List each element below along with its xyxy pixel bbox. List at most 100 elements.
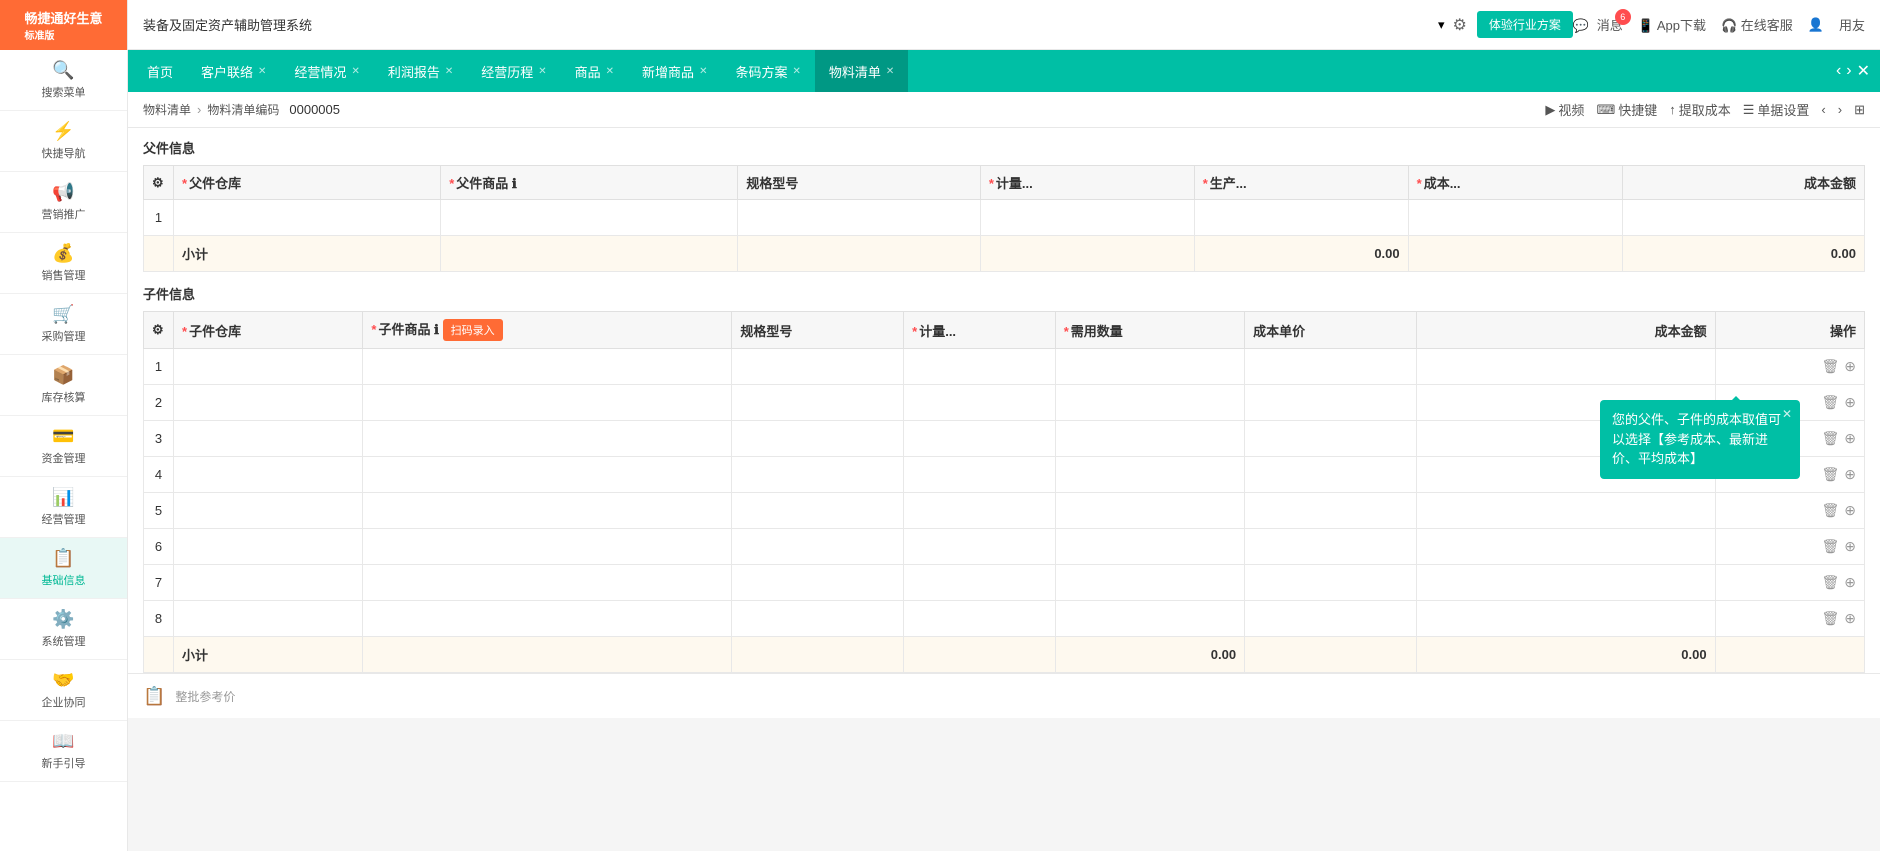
app-download-btn[interactable]: 📱 App下载 [1638, 15, 1706, 34]
child-spec-cell[interactable] [732, 385, 904, 421]
child-amount-cell[interactable] [1416, 601, 1715, 637]
sidebar-item-purchase[interactable]: 🛒 采购管理 [0, 294, 127, 355]
child-product-cell[interactable] [363, 421, 732, 457]
tab-product[interactable]: 商品 ✕ [561, 50, 628, 92]
delete-icon[interactable]: 🗑 [1821, 574, 1839, 591]
child-unit-cell[interactable] [904, 385, 1056, 421]
delete-icon[interactable]: 🗑 [1821, 430, 1839, 447]
dropdown-arrow-icon[interactable]: ▾ [1438, 17, 1445, 33]
child-spec-cell[interactable] [732, 565, 904, 601]
delete-icon[interactable]: 🗑 [1821, 538, 1839, 555]
child-qty-cell[interactable] [1055, 601, 1244, 637]
child-product-cell[interactable] [363, 601, 732, 637]
tab-barcode[interactable]: 条码方案 ✕ [721, 50, 814, 92]
child-qty-cell[interactable] [1055, 529, 1244, 565]
breadcrumb-parent[interactable]: 物料清单 [143, 101, 191, 118]
child-warehouse-cell[interactable] [174, 349, 363, 385]
sidebar-item-finance[interactable]: 💳 资金管理 [0, 416, 127, 477]
sidebar-item-enterprise[interactable]: 🤝 企业协同 [0, 660, 127, 721]
close-icon[interactable]: ✕ [606, 66, 614, 77]
grid-view-icon[interactable]: ⊞ [1854, 102, 1865, 118]
sidebar-item-quicknav[interactable]: ⚡ 快捷导航 [0, 111, 127, 172]
close-icon[interactable]: ✕ [699, 66, 707, 77]
child-qty-cell[interactable] [1055, 385, 1244, 421]
scan-input-btn[interactable]: 扫码录入 [443, 319, 503, 341]
parent-unit-cell[interactable] [980, 200, 1194, 236]
copy-icon[interactable]: ⊕ [1844, 610, 1856, 627]
close-icon[interactable]: ✕ [351, 66, 359, 77]
child-warehouse-cell[interactable] [174, 385, 363, 421]
single-settings-btn[interactable]: ☰ 单据设置 [1743, 100, 1810, 119]
parent-cost-cell[interactable] [1408, 200, 1622, 236]
copy-icon[interactable]: ⊕ [1844, 502, 1856, 519]
child-warehouse-cell[interactable] [174, 457, 363, 493]
tooltip-close-btn[interactable]: ✕ [1782, 405, 1792, 423]
child-unit-cost-cell[interactable] [1245, 529, 1417, 565]
child-unit-cell[interactable] [904, 349, 1056, 385]
child-unit-cell[interactable] [904, 529, 1056, 565]
sidebar-item-search[interactable]: 🔍 搜索菜单 [0, 50, 127, 111]
sidebar-item-sales[interactable]: 💰 销售管理 [0, 233, 127, 294]
delete-icon[interactable]: 🗑 [1821, 610, 1839, 627]
tab-bom[interactable]: 物料清单 ✕ [815, 50, 908, 92]
child-product-cell[interactable] [363, 385, 732, 421]
child-amount-cell[interactable] [1416, 349, 1715, 385]
nav-next-icon[interactable]: › [1846, 62, 1851, 80]
child-product-cell[interactable] [363, 529, 732, 565]
child-unit-cost-cell[interactable] [1245, 457, 1417, 493]
close-icon[interactable]: ✕ [258, 66, 266, 77]
copy-icon[interactable]: ⊕ [1844, 574, 1856, 591]
child-unit-cell[interactable] [904, 601, 1056, 637]
close-icon[interactable]: ✕ [538, 66, 546, 77]
child-unit-cost-cell[interactable] [1245, 421, 1417, 457]
close-icon[interactable]: ✕ [445, 66, 453, 77]
notification-btn[interactable]: 💬 6 消息 [1573, 15, 1623, 34]
child-qty-cell[interactable] [1055, 349, 1244, 385]
child-warehouse-cell[interactable] [174, 421, 363, 457]
child-warehouse-cell[interactable] [174, 493, 363, 529]
tab-home[interactable]: 首页 [133, 50, 187, 92]
copy-icon[interactable]: ⊕ [1844, 538, 1856, 555]
tab-customer[interactable]: 客户联络 ✕ [187, 50, 280, 92]
child-product-cell[interactable] [363, 457, 732, 493]
child-qty-cell[interactable] [1055, 565, 1244, 601]
child-spec-cell[interactable] [732, 421, 904, 457]
child-unit-cell[interactable] [904, 565, 1056, 601]
child-amount-cell[interactable] [1416, 493, 1715, 529]
tab-history[interactable]: 经营历程 ✕ [467, 50, 560, 92]
sidebar-item-basic-info[interactable]: 📋 基础信息 [0, 538, 127, 599]
child-warehouse-cell[interactable] [174, 565, 363, 601]
sidebar-item-marketing[interactable]: 📢 营销推广 [0, 172, 127, 233]
child-amount-cell[interactable] [1416, 529, 1715, 565]
sidebar-item-inventory[interactable]: 📦 库存核算 [0, 355, 127, 416]
child-amount-cell[interactable] [1416, 565, 1715, 601]
extract-cost-btn[interactable]: ↑ 提取成本 [1669, 100, 1731, 119]
nav-prev-icon[interactable]: ‹ [1836, 62, 1841, 80]
view-btn[interactable]: ▶ 视频 [1545, 100, 1584, 119]
sidebar-item-guide[interactable]: 📖 新手引导 [0, 721, 127, 782]
tab-business[interactable]: 经营情况 ✕ [280, 50, 373, 92]
delete-icon[interactable]: 🗑 [1821, 358, 1839, 375]
parent-amount-cell[interactable] [1622, 200, 1864, 236]
child-unit-cell[interactable] [904, 457, 1056, 493]
copy-icon[interactable]: ⊕ [1844, 358, 1856, 375]
parent-warehouse-cell[interactable] [174, 200, 441, 236]
child-warehouse-cell[interactable] [174, 601, 363, 637]
sidebar-item-management[interactable]: 📊 经营管理 [0, 477, 127, 538]
child-qty-cell[interactable] [1055, 493, 1244, 529]
parent-spec-cell[interactable] [738, 200, 980, 236]
copy-icon[interactable]: ⊕ [1844, 466, 1856, 483]
child-unit-cost-cell[interactable] [1245, 493, 1417, 529]
close-all-icon[interactable]: ✕ [1857, 61, 1870, 81]
close-icon[interactable]: ✕ [886, 66, 894, 77]
child-qty-cell[interactable] [1055, 457, 1244, 493]
child-col-settings[interactable]: ⚙ [144, 312, 174, 349]
shortcut-btn[interactable]: ⌨ 快捷键 [1596, 100, 1657, 119]
delete-icon[interactable]: 🗑 [1821, 502, 1839, 519]
experience-btn[interactable]: 体验行业方案 [1477, 11, 1573, 38]
parent-production-cell[interactable] [1194, 200, 1408, 236]
copy-icon[interactable]: ⊕ [1844, 430, 1856, 447]
nav-right-icon[interactable]: › [1838, 102, 1842, 117]
child-spec-cell[interactable] [732, 349, 904, 385]
child-spec-cell[interactable] [732, 493, 904, 529]
